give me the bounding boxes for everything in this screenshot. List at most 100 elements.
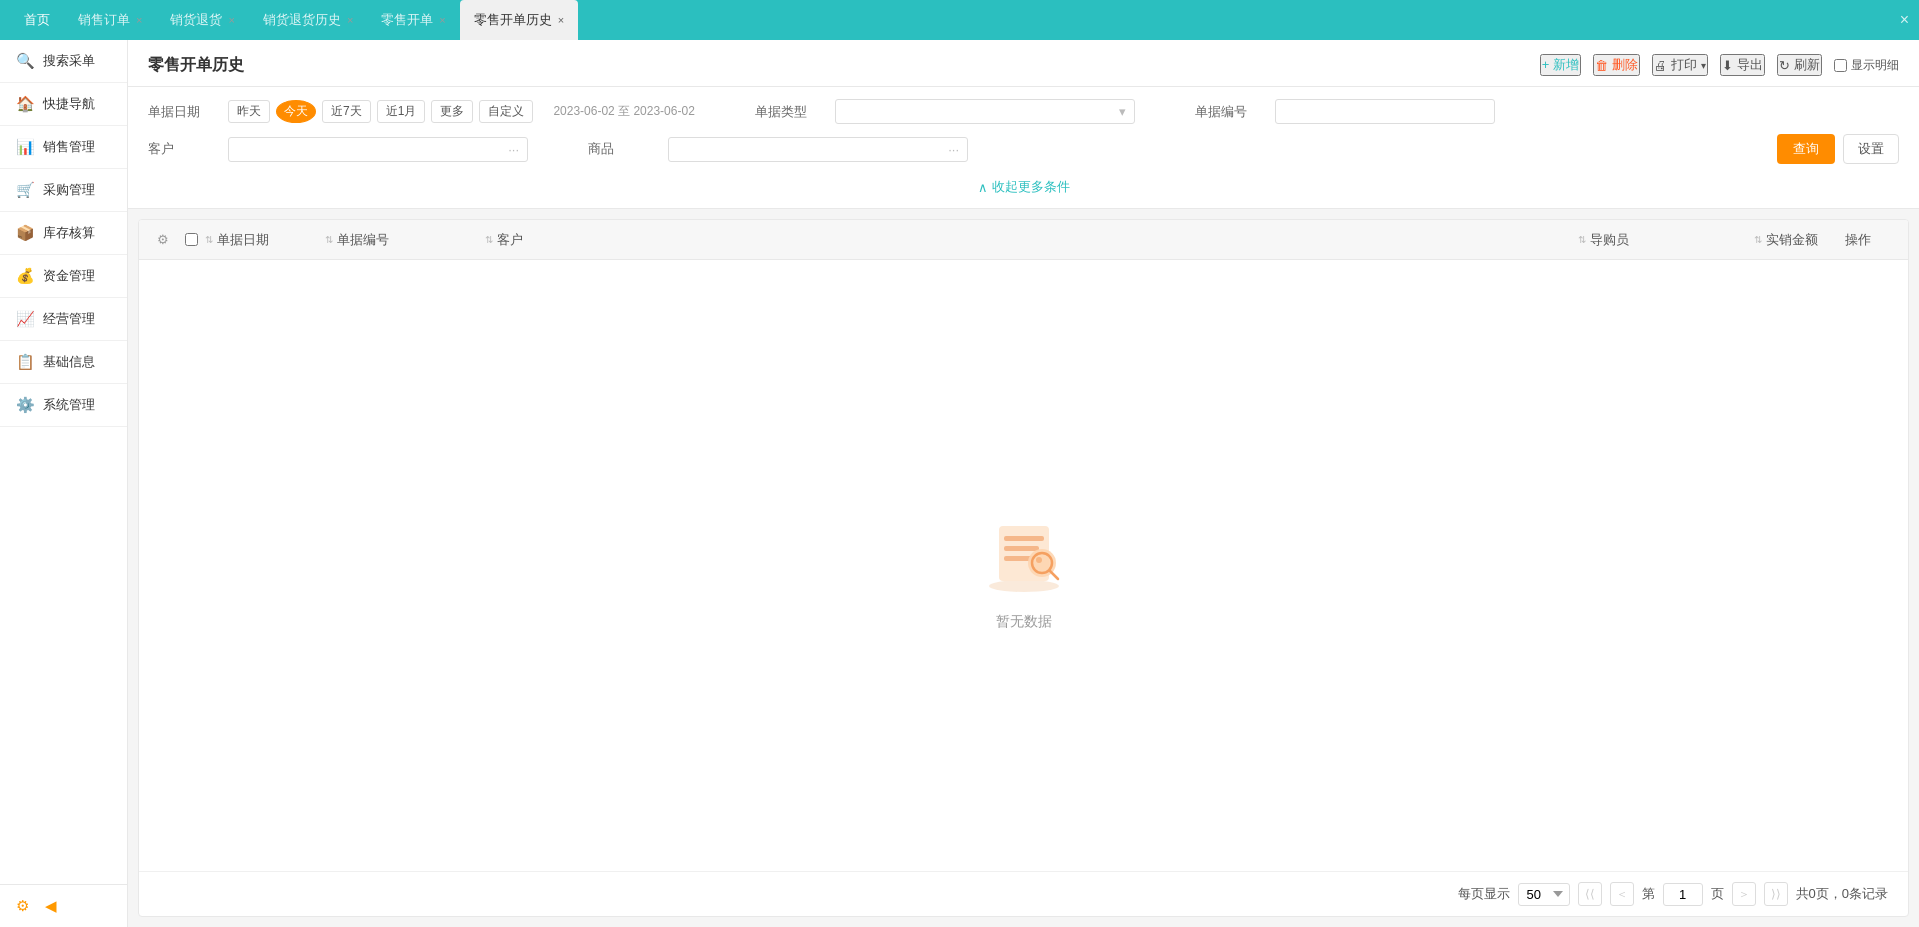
type-filter-select[interactable]: ▾ — [835, 99, 1135, 124]
refresh-button[interactable]: ↻ 刷新 — [1777, 54, 1822, 76]
tab-retail-open-close[interactable]: × — [439, 14, 445, 26]
table-area: ⚙ ⇅ 单据日期 ⇅ 单据编号 ⇅ 客户 ⇅ 导购员 — [138, 219, 1909, 917]
display-detail-input[interactable] — [1834, 59, 1847, 72]
sidebar-item-quick-nav[interactable]: 🏠 快捷导航 — [0, 83, 127, 126]
add-button[interactable]: + 新增 — [1540, 54, 1581, 76]
tab-sales-return-history-label: 销货退货历史 — [263, 11, 341, 29]
setting-button[interactable]: 设置 — [1843, 134, 1899, 164]
last-page-btn[interactable]: ⟩⟩ — [1764, 882, 1788, 906]
sidebar-item-inventory[interactable]: 📦 库存核算 — [0, 212, 127, 255]
customer-ellipsis: ··· — [508, 142, 519, 157]
page-size-label: 每页显示 — [1458, 885, 1510, 903]
col-guide-label: 导购员 — [1590, 231, 1629, 249]
sidebar-item-basic-info-label: 基础信息 — [43, 353, 95, 371]
date-range-display: 2023-06-02 至 2023-06-02 — [553, 103, 694, 120]
sidebar-item-sales-mgmt[interactable]: 📊 销售管理 — [0, 126, 127, 169]
sidebar-item-basic-info[interactable]: 📋 基础信息 — [0, 341, 127, 384]
col-customer-sort-icon: ⇅ — [485, 234, 493, 245]
query-button[interactable]: 查询 — [1777, 134, 1835, 164]
col-amount-sort-icon: ⇅ — [1754, 234, 1762, 245]
sidebar-item-quick-nav-label: 快捷导航 — [43, 95, 95, 113]
goods-ellipsis: ··· — [948, 142, 959, 157]
tab-sales-return-history-close[interactable]: × — [347, 14, 353, 26]
tab-sales-return-history[interactable]: 销货退货历史 × — [249, 0, 367, 40]
sidebar-item-search-purchase[interactable]: 🔍 搜索采单 — [0, 40, 127, 83]
number-filter-input[interactable] — [1275, 99, 1495, 124]
select-all-checkbox[interactable] — [185, 233, 198, 246]
col-date-label: 单据日期 — [217, 231, 269, 249]
col-num-sort-icon: ⇅ — [325, 234, 333, 245]
page-header: 零售开单历史 + 新增 🗑 删除 🖨 打印 ▾ ⬇ 导出 — [128, 40, 1919, 87]
col-date-sort-icon: ⇅ — [205, 234, 213, 245]
sidebar-item-purchase-mgmt[interactable]: 🛒 采购管理 — [0, 169, 127, 212]
date-btn-custom[interactable]: 自定义 — [479, 100, 533, 123]
sidebar-item-finance[interactable]: 💰 资金管理 — [0, 255, 127, 298]
collapse-more-btn[interactable]: ∧ 收起更多条件 — [978, 178, 1070, 196]
col-header-guide[interactable]: ⇅ 导购员 — [1578, 231, 1698, 249]
filter-area: 单据日期 昨天 今天 近7天 近1月 更多 自定义 2023-06-02 至 2… — [128, 87, 1919, 209]
svg-point-8 — [1036, 557, 1042, 563]
next-page-btn[interactable]: ＞ — [1732, 882, 1756, 906]
print-button[interactable]: 🖨 打印 ▾ — [1652, 54, 1708, 76]
page-number-input[interactable] — [1663, 883, 1703, 906]
table-header: ⚙ ⇅ 单据日期 ⇅ 单据编号 ⇅ 客户 ⇅ 导购员 — [139, 220, 1908, 260]
date-btn-more[interactable]: 更多 — [431, 100, 473, 123]
business-icon: 📈 — [16, 310, 35, 328]
col-guide-sort-icon: ⇅ — [1578, 234, 1586, 245]
type-dropdown-icon: ▾ — [1119, 104, 1126, 119]
tab-sales-order-close[interactable]: × — [136, 14, 142, 26]
filter-more-row: ∧ 收起更多条件 — [148, 174, 1899, 196]
sidebar-item-business[interactable]: 📈 经营管理 — [0, 298, 127, 341]
tab-sales-return[interactable]: 销货退货 × — [156, 0, 248, 40]
date-btn-yesterday[interactable]: 昨天 — [228, 100, 270, 123]
prev-page-btn[interactable]: ＜ — [1610, 882, 1634, 906]
tab-retail-open[interactable]: 零售开单 × — [367, 0, 459, 40]
sidebar-collapse-icon[interactable]: ◀ — [45, 897, 57, 915]
display-detail-label: 显示明细 — [1851, 57, 1899, 74]
page-size-select[interactable]: 50 100 200 — [1518, 883, 1570, 906]
tab-sales-return-label: 销货退货 — [170, 11, 222, 29]
add-button-label: + 新增 — [1542, 56, 1579, 74]
sidebar-item-business-label: 经营管理 — [43, 310, 95, 328]
page-title: 零售开单历史 — [148, 55, 244, 76]
print-icon: 🖨 — [1654, 58, 1667, 73]
export-button[interactable]: ⬇ 导出 — [1720, 54, 1765, 76]
svg-line-7 — [1050, 571, 1058, 579]
table-select-all[interactable] — [177, 233, 205, 246]
sidebar-settings-icon[interactable]: ⚙ — [16, 897, 29, 915]
filter-row-1: 单据日期 昨天 今天 近7天 近1月 更多 自定义 2023-06-02 至 2… — [148, 99, 1899, 124]
tab-sales-return-close[interactable]: × — [228, 14, 234, 26]
export-button-label: 导出 — [1737, 56, 1763, 74]
svg-rect-3 — [1004, 546, 1039, 551]
sidebar-item-system[interactable]: ⚙️ 系统管理 — [0, 384, 127, 427]
display-detail-checkbox[interactable]: 显示明细 — [1834, 57, 1899, 74]
number-filter-label: 单据编号 — [1195, 103, 1255, 121]
tab-retail-history[interactable]: 零售开单历史 × — [460, 0, 578, 40]
print-button-label: 打印 — [1671, 56, 1697, 74]
collapse-icon: ∧ — [978, 180, 988, 195]
goods-filter-select[interactable]: ··· — [668, 137, 968, 162]
col-header-number[interactable]: ⇅ 单据编号 — [325, 231, 485, 249]
table-settings-icon[interactable]: ⚙ — [149, 232, 177, 247]
first-page-btn[interactable]: ⟨⟨ — [1578, 882, 1602, 906]
col-header-amount[interactable]: ⇅ 实销金额 — [1698, 231, 1818, 249]
col-header-customer[interactable]: ⇅ 客户 — [485, 231, 1578, 249]
tab-retail-history-close[interactable]: × — [558, 14, 564, 26]
date-btn-today[interactable]: 今天 — [276, 100, 316, 123]
refresh-button-label: 刷新 — [1794, 56, 1820, 74]
customer-filter-select[interactable]: ··· — [228, 137, 528, 162]
col-header-date[interactable]: ⇅ 单据日期 — [205, 231, 325, 249]
sidebar-item-finance-label: 资金管理 — [43, 267, 95, 285]
date-btn-1month[interactable]: 近1月 — [377, 100, 426, 123]
main-layout: 🔍 搜索采单 🏠 快捷导航 📊 销售管理 🛒 采购管理 📦 库存核算 💰 资金管… — [0, 40, 1919, 927]
tab-home[interactable]: 首页 — [10, 0, 64, 40]
purchase-mgmt-icon: 🛒 — [16, 181, 35, 199]
window-close-btn[interactable]: × — [1900, 11, 1909, 29]
col-action-label: 操作 — [1845, 231, 1871, 249]
col-customer-label: 客户 — [497, 231, 523, 249]
tab-sales-order[interactable]: 销售订单 × — [64, 0, 156, 40]
inventory-icon: 📦 — [16, 224, 35, 242]
date-btn-7days[interactable]: 近7天 — [322, 100, 371, 123]
delete-button[interactable]: 🗑 删除 — [1593, 54, 1640, 76]
empty-illustration — [974, 501, 1074, 601]
